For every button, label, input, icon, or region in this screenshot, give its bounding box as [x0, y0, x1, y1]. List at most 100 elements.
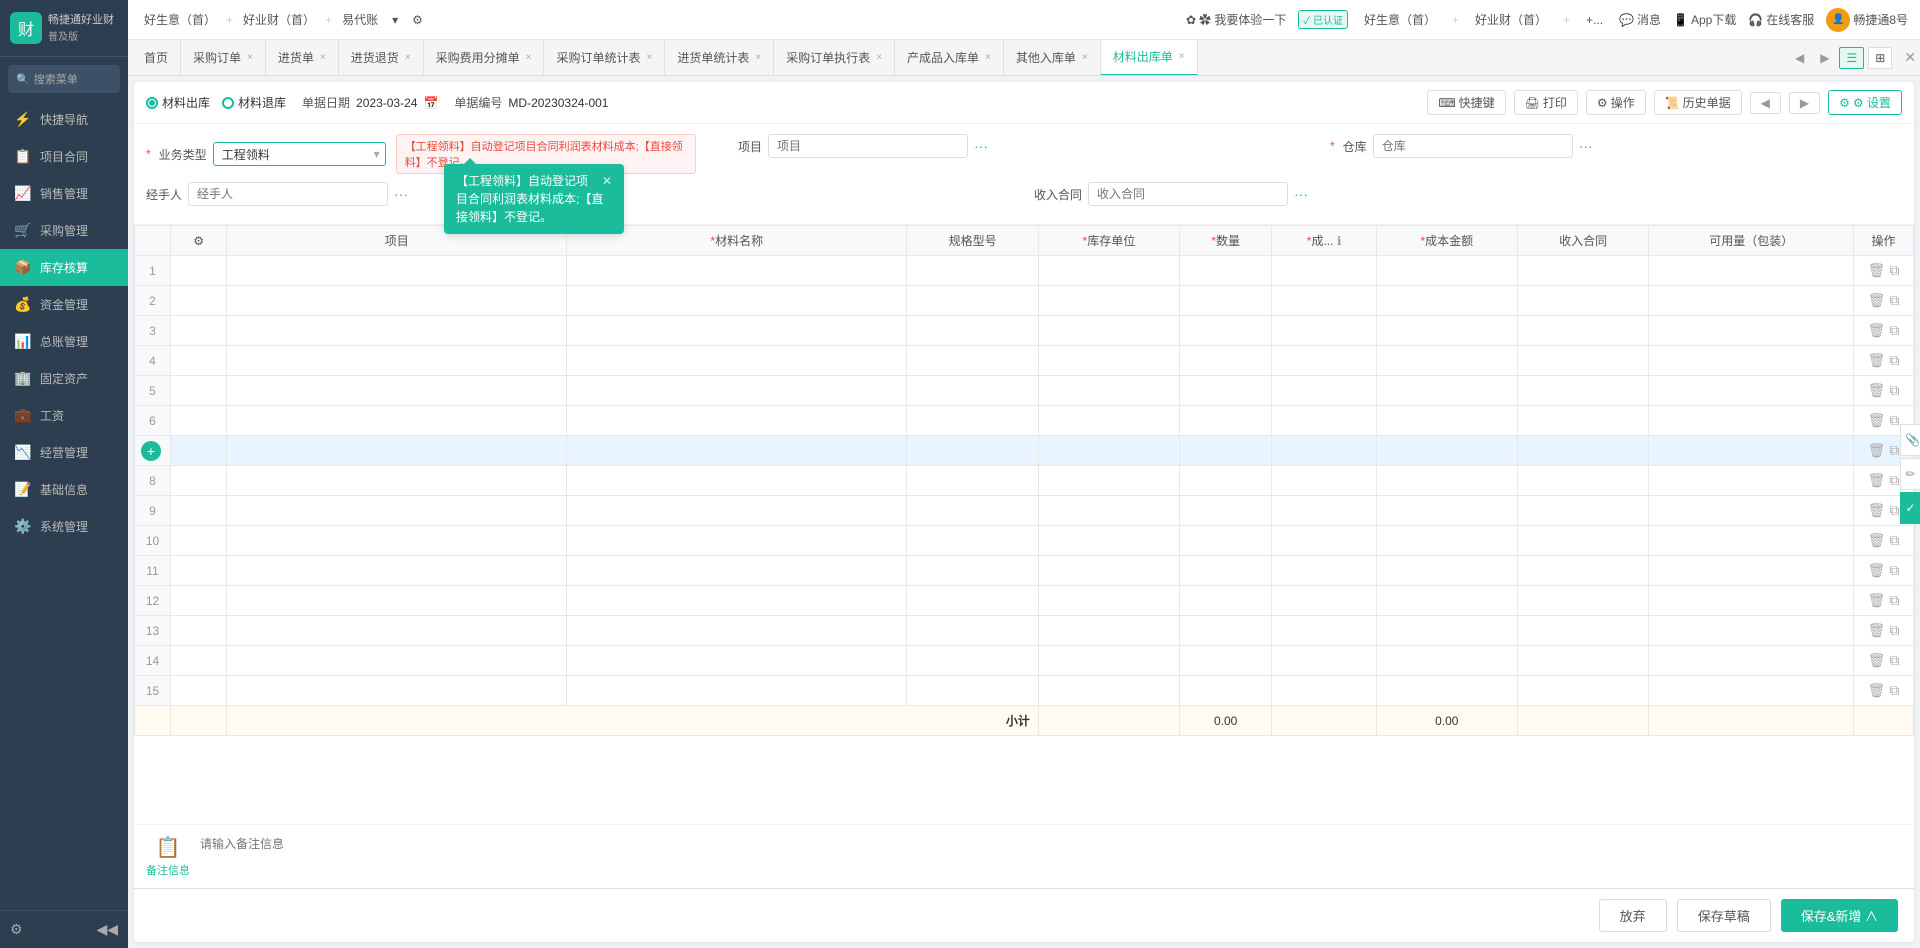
- copy-row-button[interactable]: ⧉: [1889, 592, 1899, 609]
- right-tool-edit[interactable]: ✏: [1900, 458, 1920, 490]
- business-type-input[interactable]: [213, 142, 386, 166]
- row-spec[interactable]: [907, 316, 1039, 346]
- row-material-field[interactable]: [573, 444, 900, 458]
- project-input[interactable]: [768, 134, 968, 158]
- row-quantity[interactable]: [1179, 376, 1271, 406]
- tab-other-receipt[interactable]: 其他入库单 ×: [1004, 40, 1101, 76]
- tab-material-out[interactable]: 材料出库单 ×: [1101, 40, 1198, 76]
- tab-purchase-stats[interactable]: 采购订单统计表 ×: [544, 40, 665, 76]
- row-available[interactable]: [1649, 346, 1854, 376]
- row-spec[interactable]: [907, 466, 1039, 496]
- row-income-contract[interactable]: [1517, 406, 1649, 436]
- print-button[interactable]: 🖨 打印: [1514, 90, 1578, 115]
- row-cost-amount[interactable]: [1376, 376, 1517, 406]
- delete-row-button[interactable]: 🗑: [1868, 502, 1886, 519]
- row-material-input[interactable]: [567, 436, 907, 466]
- copy-row-button[interactable]: ⧉: [1889, 442, 1899, 459]
- nav-prev-button[interactable]: ◀: [1750, 92, 1781, 114]
- tab-purchase-order[interactable]: 采购订单 ×: [181, 40, 266, 76]
- save-draft-button[interactable]: 保存草稿: [1677, 899, 1771, 932]
- row-cost[interactable]: [1272, 316, 1376, 346]
- discard-button[interactable]: 放弃: [1599, 899, 1667, 932]
- search-menu[interactable]: 🔍 搜索菜单: [8, 65, 120, 93]
- row-project[interactable]: [227, 256, 567, 286]
- income-contract-lookup-icon[interactable]: ···: [1294, 186, 1308, 202]
- row-unit[interactable]: [1038, 466, 1179, 496]
- row-unit[interactable]: [1038, 346, 1179, 376]
- delete-row-button[interactable]: 🗑: [1868, 622, 1886, 639]
- collapse-button[interactable]: ◀◀: [96, 921, 118, 938]
- copy-row-button[interactable]: ⧉: [1889, 262, 1899, 279]
- row-project-field[interactable]: [233, 444, 560, 458]
- tab-next-arrow[interactable]: ▶: [1814, 47, 1835, 69]
- row-cost-amount[interactable]: [1376, 316, 1517, 346]
- tab-purchase-expense[interactable]: 采购费用分摊单 ×: [424, 40, 545, 76]
- row-spec[interactable]: [907, 346, 1039, 376]
- nav-next-button[interactable]: ▶: [1789, 92, 1820, 114]
- tab-close-purchase-order[interactable]: ×: [247, 52, 253, 63]
- radio-material-out[interactable]: 材料出库: [146, 94, 210, 111]
- sidebar-item-shortcut[interactable]: ⚡ 快捷导航: [0, 101, 128, 138]
- th-settings[interactable]: ⚙: [171, 226, 227, 256]
- row-unit[interactable]: [1038, 286, 1179, 316]
- delete-row-button[interactable]: 🗑: [1868, 532, 1886, 549]
- copy-row-button[interactable]: ⧉: [1889, 352, 1899, 369]
- delete-row-button[interactable]: 🗑: [1868, 412, 1886, 429]
- row-project-input[interactable]: [227, 436, 567, 466]
- tab-view-grid[interactable]: ⊞: [1868, 47, 1892, 69]
- tab-purchase-execution[interactable]: 采购订单执行表 ×: [774, 40, 895, 76]
- row-cost-active[interactable]: [1272, 436, 1376, 466]
- row-unit[interactable]: [1038, 256, 1179, 286]
- row-cost[interactable]: [1272, 346, 1376, 376]
- row-available-active[interactable]: [1649, 436, 1854, 466]
- row-cost-amount[interactable]: [1376, 286, 1517, 316]
- row-material[interactable]: [567, 376, 907, 406]
- online-service-button[interactable]: 🎧 在线客服: [1748, 11, 1814, 28]
- row-cost[interactable]: [1272, 286, 1376, 316]
- copy-row-button[interactable]: ⧉: [1889, 622, 1899, 639]
- calendar-icon[interactable]: 📅: [423, 96, 438, 110]
- row-income-contract[interactable]: [1517, 256, 1649, 286]
- app-download-button[interactable]: 📱 App下载: [1673, 11, 1736, 28]
- topbar-nav-haoYeCai[interactable]: 好业财（首）: [239, 9, 319, 30]
- row-available[interactable]: [1649, 466, 1854, 496]
- copy-row-button[interactable]: ⧉: [1889, 292, 1899, 309]
- row-project[interactable]: [227, 496, 567, 526]
- row-spec-active[interactable]: [907, 436, 1039, 466]
- row-project[interactable]: [227, 406, 567, 436]
- right-tool-attachment[interactable]: 📎: [1900, 424, 1920, 456]
- row-income-contract[interactable]: [1517, 466, 1649, 496]
- sidebar-item-purchase[interactable]: 🛒 采购管理: [0, 212, 128, 249]
- experience-button[interactable]: ✿ ✿ 我要体验一下: [1186, 11, 1286, 28]
- row-income-contract[interactable]: [1517, 346, 1649, 376]
- handler-lookup-icon[interactable]: ···: [394, 186, 408, 202]
- sidebar-item-inventory[interactable]: 📦 库存核算: [0, 249, 128, 286]
- topbar-settings-icon[interactable]: ⚙: [408, 11, 427, 29]
- row-cost-amount[interactable]: [1376, 256, 1517, 286]
- tab-close-goods-stats[interactable]: ×: [755, 52, 761, 63]
- tab-prev-arrow[interactable]: ◀: [1789, 47, 1810, 69]
- row-cost-amount-active[interactable]: [1376, 436, 1517, 466]
- tooltip-close-button[interactable]: ✕: [602, 172, 612, 190]
- row-material[interactable]: [567, 466, 907, 496]
- sidebar-item-system[interactable]: ⚙️ 系统管理: [0, 508, 128, 545]
- remarks-input[interactable]: [200, 835, 1902, 863]
- tab-home[interactable]: 首页: [132, 40, 181, 76]
- tab-view-list[interactable]: ☰: [1839, 47, 1864, 69]
- tab-purchase-goods[interactable]: 进货单 ×: [266, 40, 339, 76]
- tab-goods-stats[interactable]: 进货单统计表 ×: [665, 40, 774, 76]
- row-income-contract-active[interactable]: [1517, 436, 1649, 466]
- handler-input[interactable]: [188, 182, 388, 206]
- sidebar-item-project[interactable]: 📋 项目合同: [0, 138, 128, 175]
- delete-row-button[interactable]: 🗑: [1868, 442, 1886, 459]
- row-material[interactable]: [567, 286, 907, 316]
- save-new-button[interactable]: 保存&新增 ∧: [1781, 899, 1898, 932]
- topbar-nav2-haoShengYi[interactable]: 好生意（首）: [1360, 9, 1440, 30]
- sidebar-item-fixed-assets[interactable]: 🏢 固定资产: [0, 360, 128, 397]
- row-cost[interactable]: [1272, 466, 1376, 496]
- topbar-nav2-haoYeCai[interactable]: 好业财（首）: [1471, 9, 1551, 30]
- row-quantity-active[interactable]: [1179, 436, 1271, 466]
- message-button[interactable]: 💬 消息: [1619, 11, 1661, 28]
- row-income-contract[interactable]: [1517, 376, 1649, 406]
- topbar-nav-yiDaiZhang[interactable]: 易代账: [338, 9, 382, 30]
